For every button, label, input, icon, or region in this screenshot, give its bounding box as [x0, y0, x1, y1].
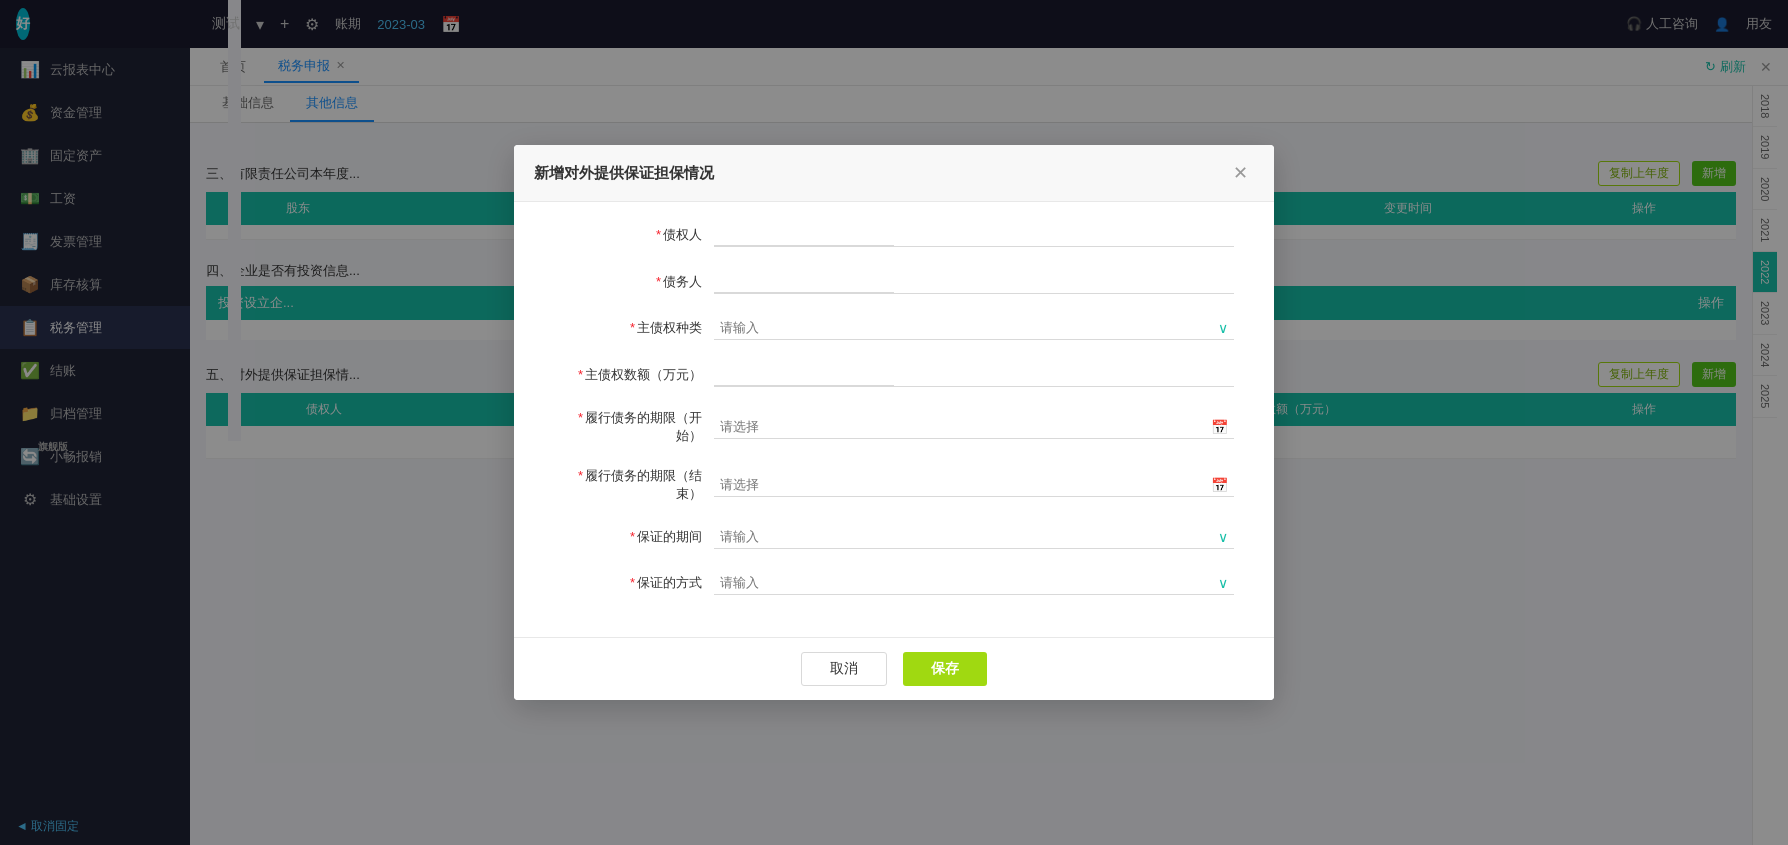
date-input-period-start[interactable]: [714, 415, 1205, 438]
required-star: *: [630, 320, 635, 335]
form-label-debtor: *债务人: [554, 273, 714, 291]
cancel-button[interactable]: 取消: [801, 652, 887, 686]
calendar-picker-icon[interactable]: 📅: [1205, 419, 1234, 435]
select-wrap-guarantee-period[interactable]: ∨: [714, 525, 1234, 549]
modal-header: 新增对外提供保证担保情况 ✕: [514, 145, 1274, 202]
input-creditor[interactable]: [714, 222, 894, 246]
form-label-claim-type: *主债权种类: [554, 319, 714, 337]
modal-title: 新增对外提供保证担保情况: [534, 164, 714, 183]
required-star: *: [656, 274, 661, 289]
chevron-down-icon[interactable]: ∨: [1212, 575, 1234, 591]
input-debtor[interactable]: [714, 269, 894, 293]
form-row-claim-amount: *主债权数额（万元）: [554, 362, 1234, 387]
date-wrap-period-start[interactable]: 📅: [714, 415, 1234, 439]
modal-close-button[interactable]: ✕: [1226, 159, 1254, 187]
form-label-guarantee-method: *保证的方式: [554, 574, 714, 592]
required-star: *: [656, 227, 661, 242]
modal-body: *债权人*债务人*主债权种类∨*主债权数额（万元）*履行债务的期限（开始）📅*履…: [514, 202, 1274, 637]
form-label-guarantee-period: *保证的期间: [554, 528, 714, 546]
input-claim-amount[interactable]: [714, 362, 894, 386]
required-star: *: [630, 529, 635, 544]
required-star: *: [578, 468, 583, 483]
chevron-down-icon[interactable]: ∨: [1212, 320, 1234, 336]
modal-dialog: 新增对外提供保证担保情况 ✕ *债权人 *债务人 *主债权种类 ∨ *主债权数额（万元）…: [514, 145, 1274, 700]
form-row-creditor: *债权人: [554, 222, 1234, 247]
form-label-creditor: *债权人: [554, 226, 714, 244]
required-star: *: [630, 575, 635, 590]
date-input-period-end[interactable]: [714, 473, 1205, 496]
form-label-period-start: *履行债务的期限（开始）: [554, 409, 714, 445]
required-star: *: [578, 410, 583, 425]
select-wrap-claim-type[interactable]: ∨: [714, 316, 1234, 340]
form-row-guarantee-period: *保证的期间 ∨: [554, 525, 1234, 549]
select-wrap-guarantee-method[interactable]: ∨: [714, 571, 1234, 595]
date-wrap-period-end[interactable]: 📅: [714, 473, 1234, 497]
form-row-claim-type: *主债权种类 ∨: [554, 316, 1234, 340]
required-star: *: [578, 367, 583, 382]
form-label-claim-amount: *主债权数额（万元）: [554, 366, 714, 384]
form-row-guarantee-method: *保证的方式 ∨: [554, 571, 1234, 595]
chevron-down-icon[interactable]: ∨: [1212, 529, 1234, 545]
modal-overlay[interactable]: 新增对外提供保证担保情况 ✕ *债权人 *债务人 *主债权种类 ∨ *主债权数额（万元）…: [0, 0, 1788, 845]
save-button[interactable]: 保存: [903, 652, 987, 686]
form-label-period-end: *履行债务的期限（结束）: [554, 467, 714, 503]
form-row-period-start: *履行债务的期限（开始） 📅: [554, 409, 1234, 445]
select-input-guarantee-period[interactable]: [714, 525, 1212, 548]
calendar-picker-icon[interactable]: 📅: [1205, 477, 1234, 493]
select-input-claim-type[interactable]: [714, 316, 1212, 339]
modal-footer: 取消 保存: [514, 637, 1274, 700]
form-row-period-end: *履行债务的期限（结束） 📅: [554, 467, 1234, 503]
form-row-debtor: *债务人: [554, 269, 1234, 294]
select-input-guarantee-method[interactable]: [714, 571, 1212, 594]
